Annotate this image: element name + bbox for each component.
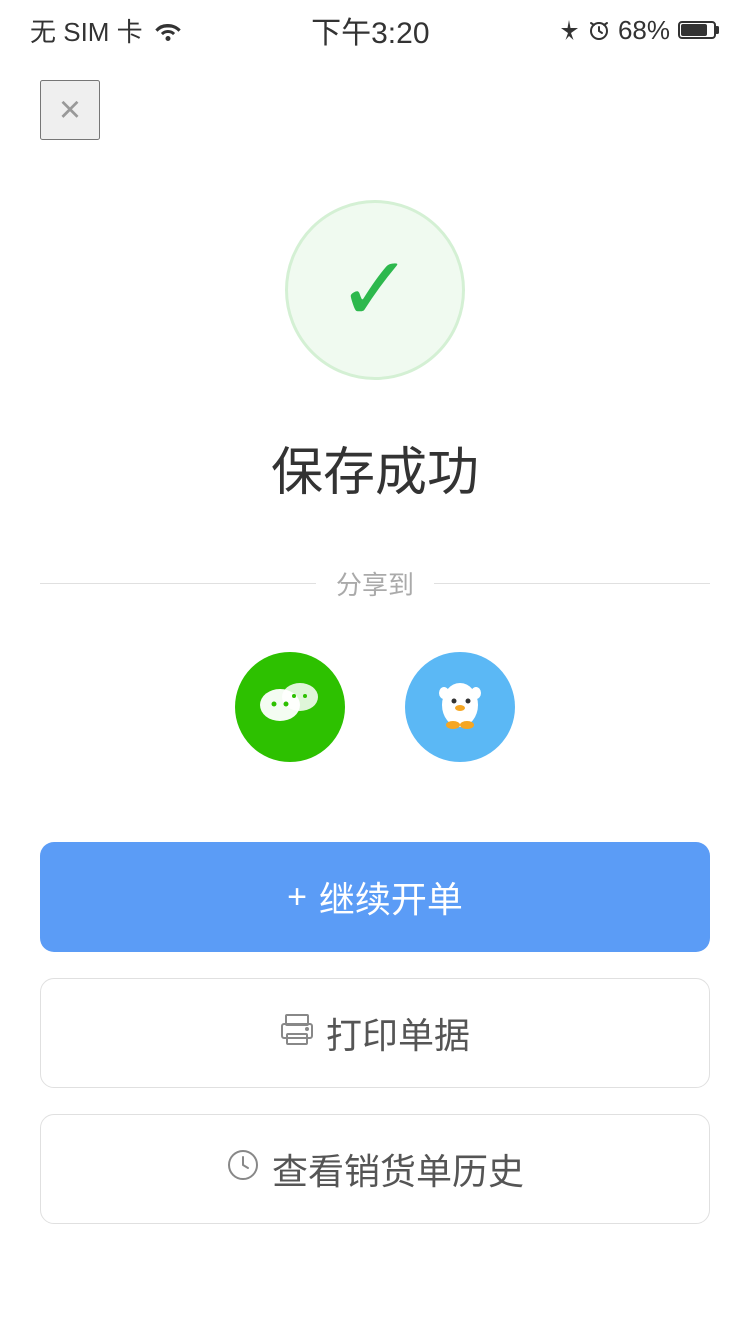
print-label: 打印单据 [326,1007,470,1059]
wechat-share-button[interactable] [235,652,345,762]
share-divider: 分享到 [40,565,710,602]
alarm-icon [588,19,610,41]
clock-icon [226,1148,260,1191]
close-icon: × [59,91,81,129]
divider-line-left [40,583,316,584]
print-button[interactable]: 打印单据 [40,978,710,1088]
battery-text: 68% [618,15,670,46]
printer-icon [280,1012,314,1055]
success-icon-circle: ✓ [285,200,465,380]
status-left: 无 SIM 卡 [30,12,183,49]
battery-icon [678,19,720,41]
history-label: 查看销货单历史 [272,1143,524,1195]
history-button[interactable]: 查看销货单历史 [40,1114,710,1224]
continue-button[interactable]: + 继续开单 [40,842,710,952]
close-button[interactable]: × [40,80,100,140]
status-bar: 无 SIM 卡 下午3:20 68% [0,0,750,60]
checkmark-icon: ✓ [337,245,412,335]
share-label: 分享到 [336,565,414,602]
status-right: 68% [558,15,720,46]
continue-label: 继续开单 [319,871,463,923]
location-icon [558,19,580,41]
qq-share-button[interactable] [405,652,515,762]
wechat-icon [254,671,326,743]
wifi-icon [153,19,183,41]
qq-icon [426,673,494,741]
sim-text: 无 SIM 卡 [30,12,143,49]
divider-line-right [434,583,710,584]
main-content: × ✓ 保存成功 分享到 [0,60,750,1310]
status-time: 下午3:20 [311,8,429,52]
plus-icon: + [287,878,307,917]
share-icons-row [235,652,515,762]
success-title: 保存成功 [271,430,479,505]
